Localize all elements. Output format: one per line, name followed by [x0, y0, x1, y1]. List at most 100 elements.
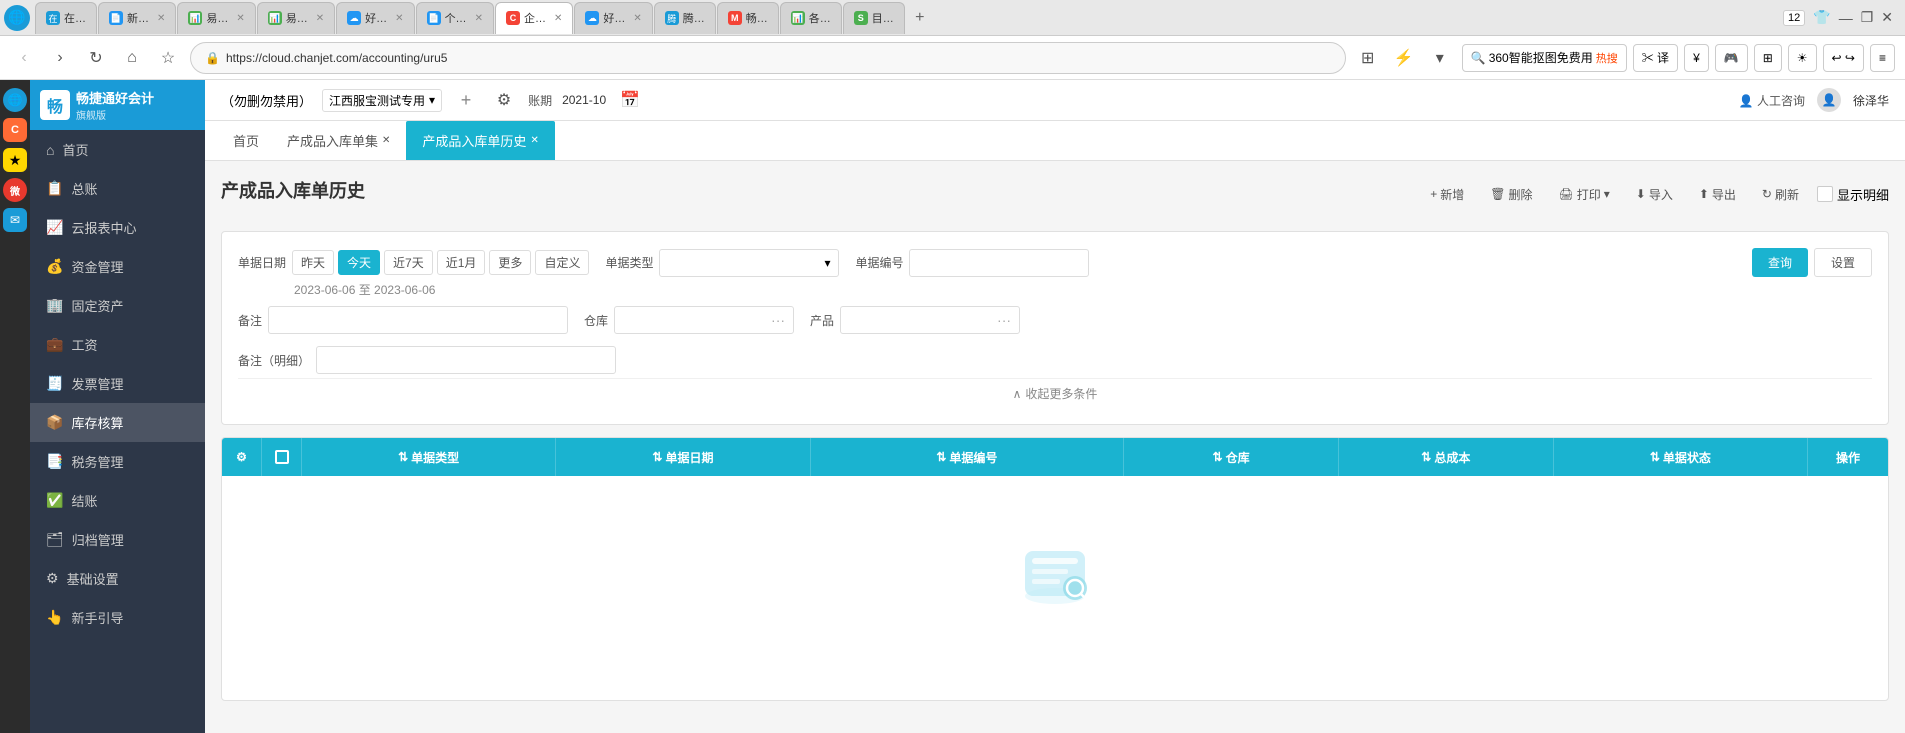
bookmark-button[interactable]: ☆ — [154, 44, 182, 72]
scissors-toolbar-btn[interactable]: ✂ 译 — [1633, 44, 1678, 72]
browser-logo[interactable]: 🌐 — [4, 5, 30, 31]
refresh-button[interactable]: ↻ — [82, 44, 110, 72]
th-no[interactable]: ⇅ 单据编号 — [811, 438, 1125, 476]
menu-btn[interactable]: ≡ — [1870, 44, 1895, 72]
maximize-button[interactable]: ❐ — [1861, 9, 1874, 26]
sidebar-item-newentry[interactable]: 👆 新手引导 — [30, 598, 205, 637]
th-cost[interactable]: ⇅ 总成本 — [1339, 438, 1554, 476]
export-button[interactable]: ⬆ 导出 — [1691, 182, 1744, 207]
sidebar-item-inventory[interactable]: 📦 库存核算 — [30, 403, 205, 442]
th-date[interactable]: ⇅ 单据日期 — [556, 438, 810, 476]
th-status[interactable]: ⇅ 单据状态 — [1554, 438, 1808, 476]
home-button[interactable]: ⌂ — [118, 44, 146, 72]
star-app-icon[interactable]: ★ — [3, 148, 27, 172]
360-icon[interactable]: 🌐 — [3, 88, 27, 112]
tab-count[interactable]: 12 — [1783, 10, 1805, 26]
setting-button[interactable]: 设置 — [1814, 248, 1872, 277]
mail-app-icon[interactable]: ✉ — [3, 208, 27, 232]
date-7days-btn[interactable]: 近7天 — [384, 250, 433, 275]
date-yesterday-btn[interactable]: 昨天 — [292, 250, 334, 275]
tab-list-close[interactable]: ✕ — [382, 135, 390, 146]
sidebar-item-checkout[interactable]: ✅ 结账 — [30, 481, 205, 520]
browser-tab-2[interactable]: 📄 新… ✕ — [98, 2, 176, 34]
back-button[interactable]: ‹ — [10, 44, 38, 72]
browser-tab-5[interactable]: ☁ 好… ✕ — [336, 2, 414, 34]
breadcrumb-tab-history[interactable]: 产成品入库单历史 ✕ — [406, 121, 554, 160]
chanjet-app-icon[interactable]: C — [3, 118, 27, 142]
tab-close-3[interactable]: ✕ — [236, 13, 244, 24]
remark-input[interactable] — [268, 306, 568, 334]
add-button[interactable]: + 新增 — [1422, 182, 1472, 207]
search-toolbar-btn[interactable]: 🔍 360智能抠图免费用 热搜 — [1462, 44, 1627, 72]
sidebar-item-fixed[interactable]: 🏢 固定资产 — [30, 286, 205, 325]
browser-tab-12[interactable]: S 目… — [843, 2, 905, 34]
select-all-checkbox[interactable] — [275, 450, 289, 464]
tab-close-6[interactable]: ✕ — [475, 13, 483, 24]
type-select[interactable]: ▾ — [659, 249, 839, 277]
tab-close-7[interactable]: ✕ — [554, 13, 562, 24]
browser-tab-4[interactable]: 📊 易… ✕ — [257, 2, 335, 34]
close-window-button[interactable]: ✕ — [1881, 9, 1893, 26]
weibo-app-icon[interactable]: 微 — [3, 178, 27, 202]
settings-button[interactable]: ⚙ — [490, 86, 518, 114]
warehouse-dots[interactable]: ··· — [771, 312, 785, 328]
company-select[interactable]: 江西服宝测试专用 ▾ — [322, 89, 442, 112]
forward-button[interactable]: › — [46, 44, 74, 72]
tab-close-5[interactable]: ✕ — [395, 13, 403, 24]
date-today-btn[interactable]: 今天 — [338, 250, 380, 275]
add-tab-button[interactable]: + — [906, 4, 934, 32]
date-custom-btn[interactable]: 自定义 — [535, 250, 589, 275]
browser-tab-1[interactable]: 在 在… — [35, 2, 97, 34]
lightning-button[interactable]: ⚡ — [1390, 44, 1418, 72]
sidebar-item-fund[interactable]: 💰 资金管理 — [30, 247, 205, 286]
print-button[interactable]: 🖨 打印 ▾ — [1550, 182, 1617, 207]
refresh-button[interactable]: ↻ 刷新 — [1754, 182, 1807, 207]
product-select[interactable]: ··· — [840, 306, 1020, 334]
date-more-btn[interactable]: 更多 — [489, 250, 531, 275]
import-button[interactable]: ⬇ 导入 — [1628, 182, 1681, 207]
tab-close-8[interactable]: ✕ — [633, 13, 641, 24]
product-dots[interactable]: ··· — [997, 312, 1011, 328]
remark-detail-input[interactable] — [316, 346, 616, 374]
minimize-button[interactable]: — — [1839, 10, 1853, 26]
browser-tab-9[interactable]: 腾 腾… — [654, 2, 716, 34]
query-button[interactable]: 查询 — [1752, 248, 1808, 277]
th-warehouse[interactable]: ⇅ 仓库 — [1124, 438, 1339, 476]
show-detail-checkbox[interactable] — [1817, 186, 1833, 202]
sidebar-item-ledger[interactable]: 📋 总账 — [30, 169, 205, 208]
add-company-button[interactable]: + — [452, 86, 480, 114]
dropdown-button[interactable]: ▾ — [1426, 44, 1454, 72]
breadcrumb-tab-list[interactable]: 产成品入库单集 ✕ — [271, 121, 406, 160]
th-type[interactable]: ⇅ 单据类型 — [302, 438, 556, 476]
browser-tab-11[interactable]: 📊 各… — [780, 2, 842, 34]
theme-btn[interactable]: ☀ — [1788, 44, 1817, 72]
browser-tab-8[interactable]: ☁ 好… ✕ — [574, 2, 652, 34]
extensions-button[interactable]: ⊞ — [1354, 44, 1382, 72]
tab-history-close[interactable]: ✕ — [530, 135, 538, 146]
browser-tab-6[interactable]: 📄 个… ✕ — [416, 2, 494, 34]
sidebar-item-tax[interactable]: 📑 税务管理 — [30, 442, 205, 481]
number-input[interactable] — [909, 249, 1089, 277]
browser-tab-3[interactable]: 📊 易… ✕ — [177, 2, 255, 34]
url-input[interactable]: 🔒 https://cloud.chanjet.com/accounting/u… — [190, 42, 1346, 74]
user-service[interactable]: 👤 人工咨询 — [1739, 92, 1805, 109]
th-checkbox[interactable] — [262, 438, 302, 476]
history-btn[interactable]: ↩ ↪ — [1823, 44, 1864, 72]
calendar-button[interactable]: 📅 — [616, 86, 644, 114]
translate-btn[interactable]: ¥ — [1684, 44, 1709, 72]
sidebar-item-invoice[interactable]: 🧾 发票管理 — [30, 364, 205, 403]
tab-close-2[interactable]: ✕ — [157, 13, 165, 24]
breadcrumb-home[interactable]: 首页 — [221, 121, 271, 160]
warehouse-select[interactable]: ··· — [614, 306, 794, 334]
game-btn[interactable]: 🎮 — [1715, 44, 1748, 72]
collapse-button[interactable]: ∧ 收起更多条件 — [238, 378, 1872, 408]
sidebar-item-salary[interactable]: 💼 工资 — [30, 325, 205, 364]
sidebar-item-archive[interactable]: 🗂 归档管理 — [30, 520, 205, 559]
show-detail-toggle[interactable]: 显示明细 — [1817, 185, 1889, 204]
sidebar-item-basic[interactable]: ⚙ 基础设置 — [30, 559, 205, 598]
browser-tab-10[interactable]: M 畅… — [717, 2, 779, 34]
sidebar-item-report[interactable]: 📈 云报表中心 — [30, 208, 205, 247]
sidebar-item-home[interactable]: ⌂ 首页 — [30, 130, 205, 169]
layout-btn[interactable]: ⊞ — [1754, 44, 1782, 72]
shirt-icon[interactable]: 👕 — [1813, 9, 1830, 26]
